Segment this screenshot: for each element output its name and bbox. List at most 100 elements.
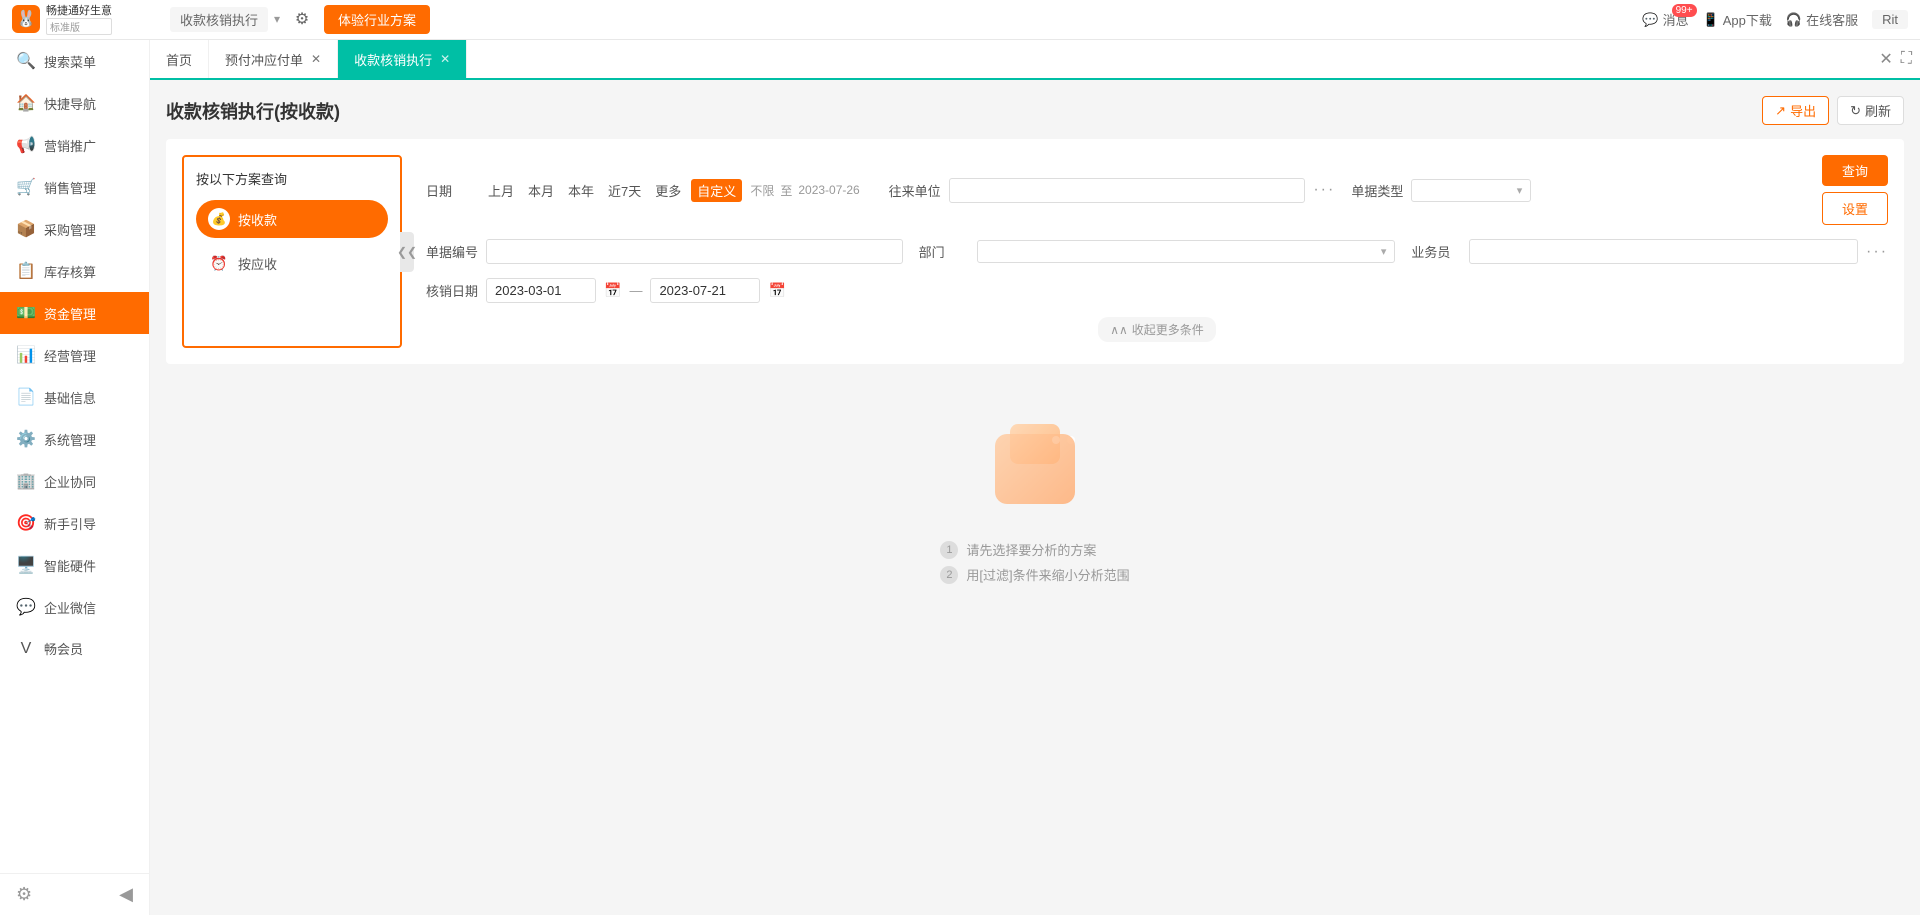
collapse-icon: ❮❮	[397, 245, 417, 259]
staff-input[interactable]	[1469, 239, 1858, 264]
page-actions: ↗ 导出 ↻ 刷新	[1762, 96, 1904, 125]
staff-more-icon[interactable]: ···	[1866, 243, 1888, 261]
solution-button[interactable]: 体验行业方案	[324, 5, 430, 34]
cal-end-icon[interactable]: 📅	[768, 282, 785, 299]
enterprise-icon: 🏢	[16, 471, 36, 491]
refresh-button[interactable]: ↻ 刷新	[1837, 96, 1904, 125]
tab-prepay-label: 预付冲应付单	[225, 50, 303, 69]
sidebar-item-label: 企业微信	[44, 598, 96, 617]
collapse-more-button[interactable]: ∧∧ 收起更多条件	[1098, 317, 1216, 342]
date-field: 日期 上月 本月 本年 近7天 更多 自定义 不限 至 2023-07-26	[426, 179, 873, 202]
brand-icon: 🐰	[12, 5, 40, 33]
tabbar-close-all-icon[interactable]: ✕	[1879, 49, 1892, 69]
settings-bottom-icon[interactable]: ⚙	[16, 884, 32, 905]
sidebar-item-purchase[interactable]: 📦 采购管理	[0, 208, 149, 250]
sidebar-item-finance[interactable]: 💵 资金管理	[0, 292, 149, 334]
sidebar-item-search[interactable]: 🔍 搜索菜单	[0, 40, 149, 82]
sidebar-item-label: 系统管理	[44, 430, 96, 449]
user-info[interactable]: Rit	[1872, 10, 1908, 29]
date-shortcuts: 上月 本月 本年 近7天 更多 自定义	[484, 179, 742, 202]
message-icon: 💬	[1642, 12, 1658, 28]
sidebar-item-operation[interactable]: 📊 经营管理	[0, 334, 149, 376]
collapse-chevron-icon: ∧∧	[1110, 323, 1128, 337]
empty-hints: 1 请先选择要分析的方案 2 用[过滤]条件来缩小分析范围	[940, 540, 1129, 584]
sidebar-item-label: 库存核算	[44, 262, 96, 281]
sidebar-item-guide[interactable]: 🎯 新手引导	[0, 502, 149, 544]
sidebar-item-label: 畅会员	[44, 639, 83, 658]
app-download-button[interactable]: 📱 App下载	[1703, 10, 1772, 29]
sidebar-item-wechat[interactable]: 💬 企业微信	[0, 586, 149, 628]
sidebar-item-label: 基础信息	[44, 388, 96, 407]
counterpart-input[interactable]	[949, 178, 1306, 203]
collapse-sidebar-icon[interactable]: ◀	[119, 884, 133, 905]
verify-date-start-input[interactable]	[486, 278, 596, 303]
empty-hint-1: 1 请先选择要分析的方案	[940, 540, 1129, 559]
tab-home[interactable]: 首页	[150, 40, 209, 78]
more-date-btn[interactable]: 更多	[651, 179, 685, 202]
brand: 🐰 畅捷通好生意 标准版	[12, 4, 162, 35]
verify-date-end-input[interactable]	[650, 278, 760, 303]
filter-option-by-receivable[interactable]: ⏰ 按应收	[196, 244, 388, 282]
system-icon: ⚙️	[16, 429, 36, 449]
setting-button[interactable]: 设置	[1822, 192, 1888, 225]
sidebar-item-quicknav[interactable]: 🏠 快捷导航	[0, 82, 149, 124]
last-month-btn[interactable]: 上月	[484, 179, 518, 202]
tab-receivable-close-icon[interactable]: ✕	[440, 52, 450, 66]
export-button[interactable]: ↗ 导出	[1762, 96, 1829, 125]
date-to-value: 2023-07-26	[798, 183, 859, 197]
message-button[interactable]: 💬 消息 99+	[1642, 10, 1688, 29]
tab-prepay[interactable]: 预付冲应付单 ✕	[209, 40, 338, 78]
empty-robot-illustration	[975, 424, 1095, 524]
dept-label: 部门	[919, 242, 969, 261]
nav-arrow-icon[interactable]: ▾	[274, 12, 280, 26]
bill-type-select[interactable]: ▾	[1411, 179, 1531, 202]
sidebar-item-basic-info[interactable]: 📄 基础信息	[0, 376, 149, 418]
sidebar-item-system[interactable]: ⚙️ 系统管理	[0, 418, 149, 460]
collapse-more-row: ∧∧ 收起更多条件	[426, 317, 1888, 342]
refresh-label: 刷新	[1865, 101, 1891, 120]
tabbar-right: ✕ ⛶	[1871, 40, 1920, 78]
marketing-icon: 📢	[16, 135, 36, 155]
counterpart-label: 往来单位	[889, 181, 941, 200]
query-button[interactable]: 查询	[1822, 155, 1888, 186]
date-separator: —	[629, 283, 642, 298]
collapse-filter-button[interactable]: ❮❮	[400, 232, 414, 272]
last-7-days-btn[interactable]: 近7天	[604, 179, 645, 202]
sidebar-item-member[interactable]: V 畅会员	[0, 628, 149, 669]
this-month-btn[interactable]: 本月	[524, 179, 558, 202]
filter-row-1: 日期 上月 本月 本年 近7天 更多 自定义 不限 至 2023-07-26	[426, 155, 1888, 225]
cal-start-icon[interactable]: 📅	[604, 282, 621, 299]
bill-no-input[interactable]	[486, 239, 903, 264]
filter-right-panel: 日期 上月 本月 本年 近7天 更多 自定义 不限 至 2023-07-26	[402, 155, 1888, 348]
service-button[interactable]: 🎧 在线客服	[1786, 10, 1858, 29]
counterpart-more-icon[interactable]: ···	[1313, 181, 1335, 199]
filter-row-2: 单据编号 部门 ▾ 业务员 ···	[426, 239, 1888, 264]
sidebar-item-enterprise[interactable]: 🏢 企业协同	[0, 460, 149, 502]
tab-prepay-close-icon[interactable]: ✕	[311, 52, 321, 66]
sidebar-item-label: 资金管理	[44, 304, 96, 323]
bill-no-field: 单据编号	[426, 239, 903, 264]
export-label: 导出	[1790, 101, 1816, 120]
wechat-icon: 💬	[16, 597, 36, 617]
sidebar-item-inventory[interactable]: 📋 库存核算	[0, 250, 149, 292]
sidebar-item-hardware[interactable]: 🖥️ 智能硬件	[0, 544, 149, 586]
sidebar-item-label: 快捷导航	[44, 94, 96, 113]
staff-label: 业务员	[1411, 242, 1461, 261]
sidebar-item-sales[interactable]: 🛒 销售管理	[0, 166, 149, 208]
gear-button[interactable]: ⚙	[288, 5, 316, 33]
this-year-btn[interactable]: 本年	[564, 179, 598, 202]
nav-text: 收款核销执行	[170, 7, 268, 32]
filter-option-by-receipt[interactable]: 💰 按收款	[196, 200, 388, 238]
app-label: App下载	[1723, 10, 1772, 29]
sidebar-item-label: 企业协同	[44, 472, 96, 491]
tab-receivable[interactable]: 收款核销执行 ✕	[338, 40, 467, 78]
verify-date-field: 核销日期 📅 — 📅	[426, 278, 1888, 303]
dept-select[interactable]: ▾	[977, 240, 1396, 263]
tabbar-expand-icon[interactable]: ⛶	[1901, 50, 1912, 68]
date-to-label: 至	[780, 182, 792, 199]
hint-text-1: 请先选择要分析的方案	[966, 540, 1096, 559]
no-limit-label: 不限	[750, 182, 774, 199]
date-label: 日期	[426, 181, 476, 200]
custom-date-btn[interactable]: 自定义	[691, 179, 742, 202]
sidebar-item-marketing[interactable]: 📢 营销推广	[0, 124, 149, 166]
